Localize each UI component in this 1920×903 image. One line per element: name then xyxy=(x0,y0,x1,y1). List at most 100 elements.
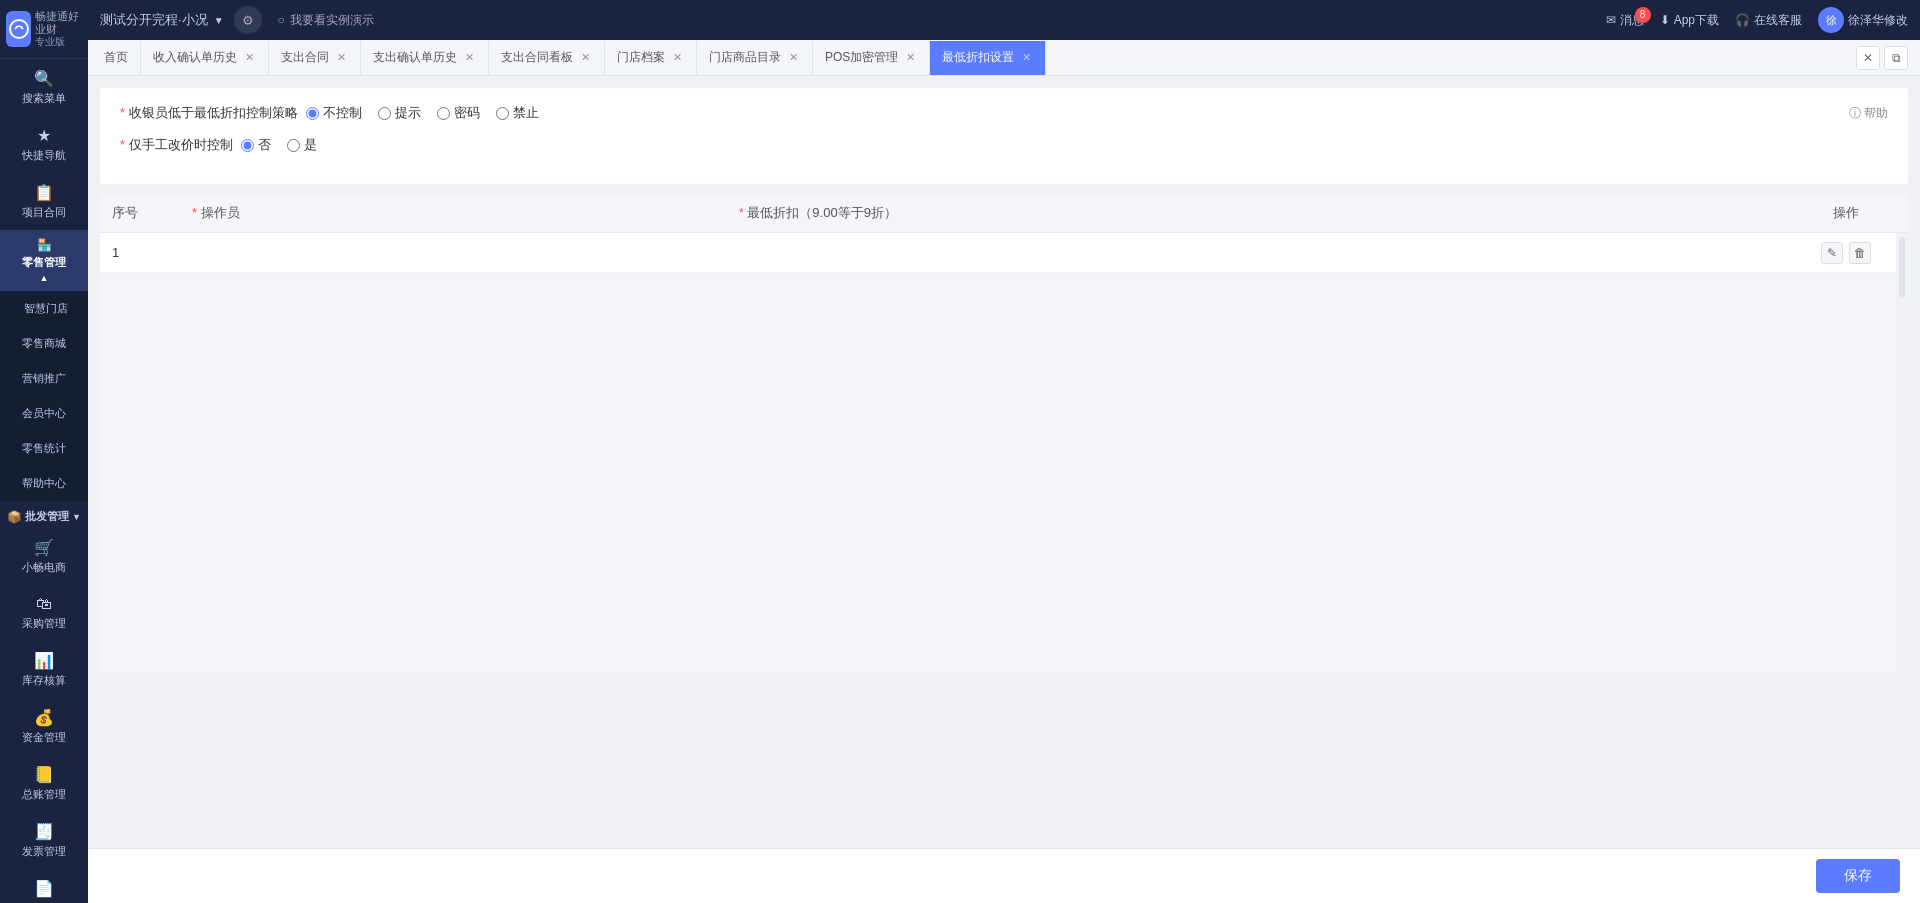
retail-icon: 🏪 xyxy=(37,238,52,252)
td-min-discount xyxy=(727,245,1796,261)
project-name: 测试分开完程·小况 xyxy=(100,11,208,29)
sidebar-item-accounting[interactable]: 📒 总账管理 xyxy=(0,755,88,812)
messages-badge: 8 xyxy=(1635,7,1651,23)
demo-circle-icon: ○ xyxy=(278,13,285,27)
sidebar-item-tax[interactable]: 📄 税务管理 xyxy=(0,869,88,903)
download-icon: ⬇ xyxy=(1660,13,1670,27)
sidebar-item-smart-store[interactable]: 智慧门店 xyxy=(0,291,88,326)
app-logo-icon xyxy=(6,11,31,47)
policy-radio-remind[interactable]: 提示 xyxy=(378,104,421,122)
sidebar-item-project[interactable]: 📋 项目合同 xyxy=(0,173,88,230)
tab-close-store-file[interactable]: ✕ xyxy=(671,50,684,65)
tab-home[interactable]: 首页 xyxy=(92,41,141,75)
sidebar-item-retail[interactable]: 🏪 零售管理 ▲ xyxy=(0,230,88,291)
sidebar-item-help-center[interactable]: 帮助中心 xyxy=(0,466,88,501)
policy-form-row: 收银员低于最低折扣控制策略 不控制 提示 密码 xyxy=(120,104,1888,122)
manual-radio-group: 否 是 xyxy=(241,136,317,154)
app-download-button[interactable]: ⬇ App下载 xyxy=(1660,12,1719,29)
table-body-wrapper: 1 ✎ 🗑 xyxy=(100,233,1908,673)
app-name: 畅捷通好业财 专业版 xyxy=(35,10,82,48)
tab-close-min-discount[interactable]: ✕ xyxy=(1020,50,1033,65)
sidebar-item-retail-mall[interactable]: 零售商城 xyxy=(0,326,88,361)
td-operator xyxy=(180,245,727,261)
search-icon: 🔍 xyxy=(34,69,54,88)
tab-payment-confirm[interactable]: 支出确认单历史 ✕ xyxy=(361,41,489,75)
tab-close-store-product[interactable]: ✕ xyxy=(787,50,800,65)
user-profile-button[interactable]: 徐 徐泽华修改 xyxy=(1818,7,1908,33)
sidebar-item-ecommerce[interactable]: 🛒 小畅电商 xyxy=(0,528,88,585)
topbar-settings-button[interactable]: ⚙ xyxy=(234,6,262,34)
th-action: 操作 xyxy=(1796,194,1896,232)
row-delete-button[interactable]: 🗑 xyxy=(1849,242,1871,264)
sidebar-item-shortcut[interactable]: ★ 快捷导航 xyxy=(0,116,88,173)
sidebar-item-capital[interactable]: 💰 资金管理 xyxy=(0,698,88,755)
save-button[interactable]: 保存 xyxy=(1816,859,1900,893)
tab-close-payment-contract[interactable]: ✕ xyxy=(335,50,348,65)
policy-radio-forbid[interactable]: 禁止 xyxy=(496,104,539,122)
tab-close-button[interactable]: ✕ xyxy=(1856,46,1880,70)
table-scrollbar[interactable] xyxy=(1896,233,1908,673)
table-body: 1 ✎ 🗑 xyxy=(100,233,1896,673)
sidebar-item-retail-stat[interactable]: 零售统计 xyxy=(0,431,88,466)
wholesale-icon: 📦 xyxy=(7,510,22,524)
messages-button[interactable]: ✉ 消息 8 xyxy=(1606,12,1644,29)
tab-actions: ✕ ⧉ xyxy=(1856,46,1916,70)
tab-payment-board[interactable]: 支出合同看板 ✕ xyxy=(489,41,605,75)
manual-label: 仅手工改价时控制 xyxy=(120,136,233,154)
content-area: 收银员低于最低折扣控制策略 不控制 提示 密码 xyxy=(88,76,1920,848)
tab-close-payment-confirm[interactable]: ✕ xyxy=(463,50,476,65)
topbar: 测试分开完程·小况 ▼ ⚙ ○ 我要看实例演示 ✉ 消息 8 ⬇ App下载 🎧… xyxy=(88,0,1920,40)
online-service-button[interactable]: 🎧 在线客服 xyxy=(1735,12,1802,29)
help-link[interactable]: ⓘ 帮助 xyxy=(1849,105,1888,122)
sidebar-item-marketing[interactable]: 营销推广 xyxy=(0,361,88,396)
discount-table: 序号 * 操作员 * 最低折扣（9.00等于9折） 操作 1 xyxy=(100,194,1908,673)
policy-radio-password[interactable]: 密码 xyxy=(437,104,480,122)
th-seq: 序号 xyxy=(100,194,180,232)
sidebar-logo: 畅捷通好业财 专业版 xyxy=(0,0,88,59)
purchase-icon: 🛍 xyxy=(36,595,52,613)
manual-radio-no[interactable]: 否 xyxy=(241,136,271,154)
table-row: 1 ✎ 🗑 xyxy=(100,233,1896,273)
sidebar-item-member[interactable]: 会员中心 xyxy=(0,396,88,431)
tab-store-product[interactable]: 门店商品目录 ✕ xyxy=(697,41,813,75)
chevron-down-icon: ▼ xyxy=(214,15,224,26)
project-icon: 📋 xyxy=(34,183,54,202)
invoice-icon: 🧾 xyxy=(34,822,54,841)
tabbar: 首页 收入确认单历史 ✕ 支出合同 ✕ 支出确认单历史 ✕ 支出合同看板 ✕ 门… xyxy=(88,40,1920,76)
manual-radio-yes[interactable]: 是 xyxy=(287,136,317,154)
gear-icon: ⚙ xyxy=(242,13,254,28)
topbar-project-selector[interactable]: 测试分开完程·小况 ▼ xyxy=(100,11,224,29)
tab-min-discount[interactable]: 最低折扣设置 ✕ xyxy=(930,41,1046,75)
inventory-icon: 📊 xyxy=(34,651,54,670)
tab-close-payment-board[interactable]: ✕ xyxy=(579,50,592,65)
tab-more-button[interactable]: ⧉ xyxy=(1884,46,1908,70)
tab-pos-password[interactable]: POS加密管理 ✕ xyxy=(813,41,930,75)
tab-close-pos-password[interactable]: ✕ xyxy=(904,50,917,65)
ecommerce-icon: 🛒 xyxy=(34,538,54,557)
tab-store-file[interactable]: 门店档案 ✕ xyxy=(605,41,697,75)
svg-point-0 xyxy=(10,20,28,38)
td-seq: 1 xyxy=(100,237,180,268)
settings-form-card: 收银员低于最低折扣控制策略 不控制 提示 密码 xyxy=(100,88,1908,184)
sidebar-item-wholesale[interactable]: 📦 批发管理 ▼ xyxy=(0,501,88,528)
sidebar-item-inventory[interactable]: 📊 库存核算 xyxy=(0,641,88,698)
avatar: 徐 xyxy=(1818,7,1844,33)
scrollbar-space xyxy=(1896,194,1908,232)
sidebar-item-search[interactable]: 🔍 搜索菜单 xyxy=(0,59,88,116)
footer-bar: 保存 xyxy=(88,848,1920,903)
sidebar-item-purchase[interactable]: 🛍 采购管理 xyxy=(0,585,88,641)
topbar-demo-link[interactable]: ○ 我要看实例演示 xyxy=(278,12,374,29)
policy-radio-none[interactable]: 不控制 xyxy=(306,104,362,122)
tab-payment-contract[interactable]: 支出合同 ✕ xyxy=(269,41,361,75)
main-area: 测试分开完程·小况 ▼ ⚙ ○ 我要看实例演示 ✉ 消息 8 ⬇ App下载 🎧… xyxy=(88,0,1920,903)
td-action: ✎ 🗑 xyxy=(1796,234,1896,272)
tab-close-income[interactable]: ✕ xyxy=(243,50,256,65)
scrollbar-handle[interactable] xyxy=(1899,237,1905,297)
tab-income[interactable]: 收入确认单历史 ✕ xyxy=(141,41,269,75)
policy-label: 收银员低于最低折扣控制策略 xyxy=(120,104,298,122)
shortcut-icon: ★ xyxy=(37,126,51,145)
table-header: 序号 * 操作员 * 最低折扣（9.00等于9折） 操作 xyxy=(100,194,1908,233)
row-edit-button[interactable]: ✎ xyxy=(1821,242,1843,264)
sidebar-item-invoice[interactable]: 🧾 发票管理 xyxy=(0,812,88,869)
sidebar: 畅捷通好业财 专业版 🔍 搜索菜单 ★ 快捷导航 📋 项目合同 🏪 零售管理 ▲… xyxy=(0,0,88,903)
